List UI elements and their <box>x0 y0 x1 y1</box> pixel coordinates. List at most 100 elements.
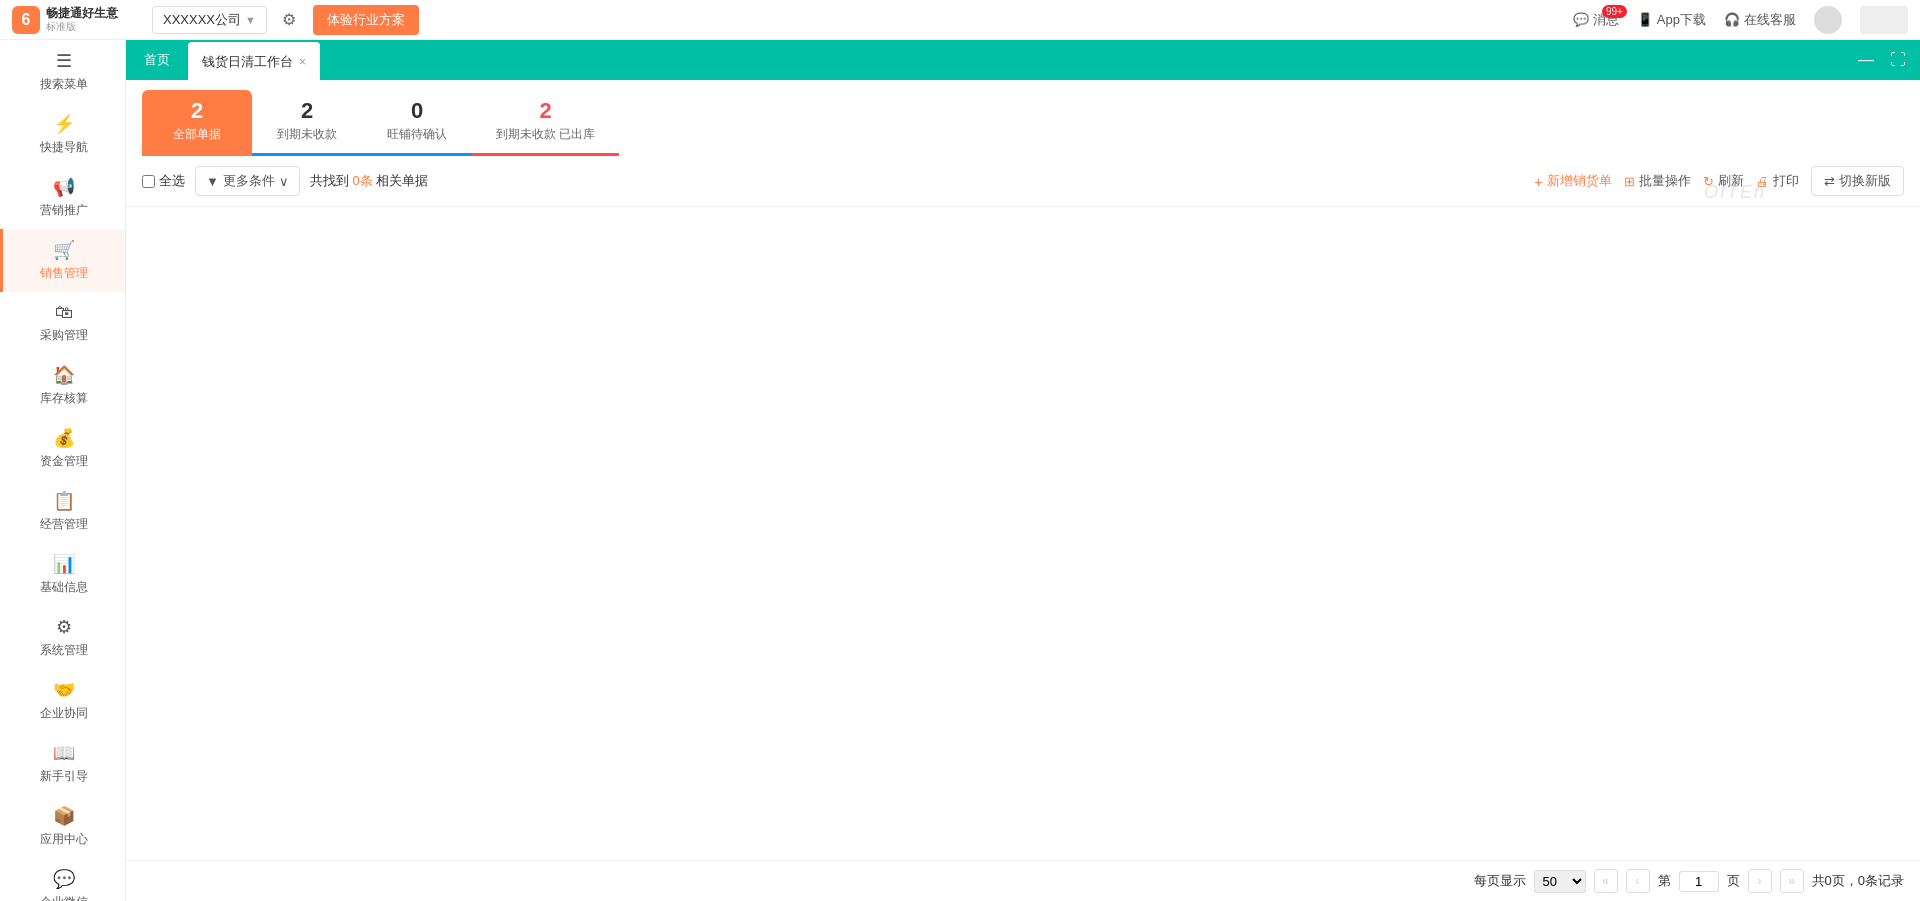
avatar[interactable] <box>1814 6 1842 34</box>
sidebar-item-app-center[interactable]: 📦 应用中心 <box>0 795 125 858</box>
chevron-down-icon: ▼ <box>245 14 256 26</box>
message-icon: 💬 <box>1573 12 1589 27</box>
per-page-select[interactable]: 50 100 200 <box>1534 870 1586 893</box>
online-service-btn[interactable]: 🎧 在线客服 <box>1724 11 1796 29</box>
print-icon: 🖨 <box>1756 174 1769 189</box>
filter-icon: ▼ <box>206 174 219 189</box>
batch-op-btn[interactable]: ⊞ 批量操作 <box>1624 172 1691 190</box>
sidebar-item-quick-nav[interactable]: ⚡ 快捷导航 <box>0 103 125 166</box>
tab-minimize-btn[interactable]: — <box>1854 48 1878 72</box>
stat-num-pending: 0 <box>386 98 448 124</box>
per-page-label: 每页显示 <box>1474 872 1526 890</box>
stat-label-all: 全部单据 <box>166 126 228 143</box>
enterprise-icon: 🤝 <box>53 679 75 701</box>
page-label: 第 <box>1658 872 1671 890</box>
refresh-icon: ↻ <box>1703 174 1714 189</box>
tab-close-icon[interactable]: × <box>299 55 306 69</box>
tab-home[interactable]: 首页 <box>126 40 188 80</box>
settings-icon[interactable]: ⚙ <box>275 6 303 34</box>
basic-info-icon: 📊 <box>53 553 75 575</box>
select-all-checkbox[interactable]: 全选 <box>142 172 185 190</box>
sidebar-label: 应用中心 <box>40 831 88 848</box>
sidebar-item-system[interactable]: ⚙ 系统管理 <box>0 606 125 669</box>
user-name-area <box>1860 6 1908 34</box>
sidebar-item-enterprise[interactable]: 🤝 企业协同 <box>0 669 125 732</box>
sidebar-label: 系统管理 <box>40 642 88 659</box>
sidebar-item-purchase[interactable]: 🛍 采购管理 <box>0 292 125 354</box>
service-icon: 🎧 <box>1724 12 1740 27</box>
sidebar-item-basic-info[interactable]: 📊 基础信息 <box>0 543 125 606</box>
stat-tab-overdue-out[interactable]: 2 到期未收款 已出库 <box>472 90 619 156</box>
stats-tabs: 2 全部单据 2 到期未收款 0 旺铺待确认 2 到期未收款 已出库 <box>126 80 1920 156</box>
sidebar-item-search-menu[interactable]: ☰ 搜索菜单 <box>0 40 125 103</box>
stat-num-overdue: 2 <box>276 98 338 124</box>
select-all-input[interactable] <box>142 175 155 188</box>
prev-page-btn[interactable]: ‹ <box>1626 869 1650 893</box>
sidebar-label: 采购管理 <box>40 327 88 344</box>
sidebar-item-marketing[interactable]: 📢 营销推广 <box>0 166 125 229</box>
refresh-btn[interactable]: ↻ 刷新 <box>1703 172 1744 190</box>
guide-icon: 📖 <box>53 742 75 764</box>
trial-button[interactable]: 体验行业方案 <box>313 5 419 35</box>
top-bar: 6 畅捷通好生意 标准版 XXXXXX公司 ▼ ⚙ 体验行业方案 💬 消息 99… <box>0 0 1920 40</box>
operation-icon: 📋 <box>53 490 75 512</box>
page-suffix: 页 <box>1727 872 1740 890</box>
stat-tab-overdue[interactable]: 2 到期未收款 <box>252 90 362 156</box>
sidebar-label: 企业协同 <box>40 705 88 722</box>
sidebar-label: 基础信息 <box>40 579 88 596</box>
main-layout: ☰ 搜索菜单 ⚡ 快捷导航 📢 营销推广 🛒 销售管理 🛍 采购管理 🏠 库存核… <box>0 40 1920 901</box>
stat-tab-all[interactable]: 2 全部单据 <box>142 90 252 156</box>
inventory-icon: 🏠 <box>53 364 75 386</box>
search-menu-icon: ☰ <box>56 50 72 72</box>
sidebar-item-guide[interactable]: 📖 新手引导 <box>0 732 125 795</box>
content-area: 首页 钱货日清工作台 × — ⛶ 2 全部单据 2 到期未收款 <box>126 40 1920 901</box>
next-page-btn[interactable]: › <box>1748 869 1772 893</box>
marketing-icon: 📢 <box>53 176 75 198</box>
print-btn[interactable]: 🖨 打印 <box>1756 172 1799 190</box>
sidebar: ☰ 搜索菜单 ⚡ 快捷导航 📢 营销推广 🛒 销售管理 🛍 采购管理 🏠 库存核… <box>0 40 126 901</box>
add-sale-order-btn[interactable]: + 新增销货单 <box>1534 172 1612 190</box>
app-download-btn[interactable]: 📱 App下载 <box>1637 11 1706 29</box>
message-badge: 99+ <box>1602 5 1627 18</box>
logo-icon: 6 <box>12 6 40 34</box>
sidebar-item-wechat[interactable]: 💬 企业微信 <box>0 858 125 901</box>
sidebar-item-sales[interactable]: 🛒 销售管理 <box>0 229 125 292</box>
system-icon: ⚙ <box>56 616 72 638</box>
pagination-bar: 每页显示 50 100 200 « ‹ 第 页 › » 共0页，0条记录 <box>126 860 1920 901</box>
stat-tab-pending[interactable]: 0 旺铺待确认 <box>362 90 472 156</box>
plus-icon: + <box>1534 173 1543 190</box>
found-text: 共找到 0条 相关单据 <box>310 172 428 190</box>
logo-sub: 标准版 <box>46 21 118 33</box>
sidebar-label: 营销推广 <box>40 202 88 219</box>
last-page-btn[interactable]: » <box>1780 869 1804 893</box>
wechat-icon: 💬 <box>53 868 75 890</box>
stat-label-pending: 旺铺待确认 <box>386 126 448 143</box>
tab-bar-right: — ⛶ <box>1854 48 1920 72</box>
sidebar-label: 销售管理 <box>40 265 88 282</box>
batch-icon: ⊞ <box>1624 174 1635 189</box>
switch-icon: ⇄ <box>1824 174 1835 189</box>
stat-label-overdue: 到期未收款 <box>276 126 338 143</box>
sidebar-item-operation[interactable]: 📋 经营管理 <box>0 480 125 543</box>
page-number-input[interactable] <box>1679 871 1719 892</box>
chevron-down-icon: ∨ <box>279 174 289 189</box>
tab-maximize-btn[interactable]: ⛶ <box>1886 48 1910 72</box>
sidebar-label: 库存核算 <box>40 390 88 407</box>
logo-area: 6 畅捷通好生意 标准版 <box>12 6 132 34</box>
table-area <box>126 207 1920 860</box>
message-btn[interactable]: 💬 消息 99+ <box>1573 11 1619 29</box>
found-count: 0条 <box>353 173 373 188</box>
sidebar-label: 新手引导 <box>40 768 88 785</box>
sales-icon: 🛒 <box>53 239 75 261</box>
top-right: 💬 消息 99+ 📱 App下载 🎧 在线客服 <box>1573 6 1908 34</box>
switch-new-version-btn[interactable]: ⇄ 切换新版 <box>1811 166 1904 196</box>
company-selector[interactable]: XXXXXX公司 ▼ <box>152 6 267 34</box>
filter-button[interactable]: ▼ 更多条件 ∨ <box>195 166 300 196</box>
stat-num-all: 2 <box>166 98 228 124</box>
sidebar-item-inventory[interactable]: 🏠 库存核算 <box>0 354 125 417</box>
page-content: 2 全部单据 2 到期未收款 0 旺铺待确认 2 到期未收款 已出库 <box>126 80 1920 901</box>
sidebar-item-finance[interactable]: 💰 资金管理 <box>0 417 125 480</box>
purchase-icon: 🛍 <box>55 302 73 323</box>
tab-active[interactable]: 钱货日清工作台 × <box>188 42 320 82</box>
first-page-btn[interactable]: « <box>1594 869 1618 893</box>
